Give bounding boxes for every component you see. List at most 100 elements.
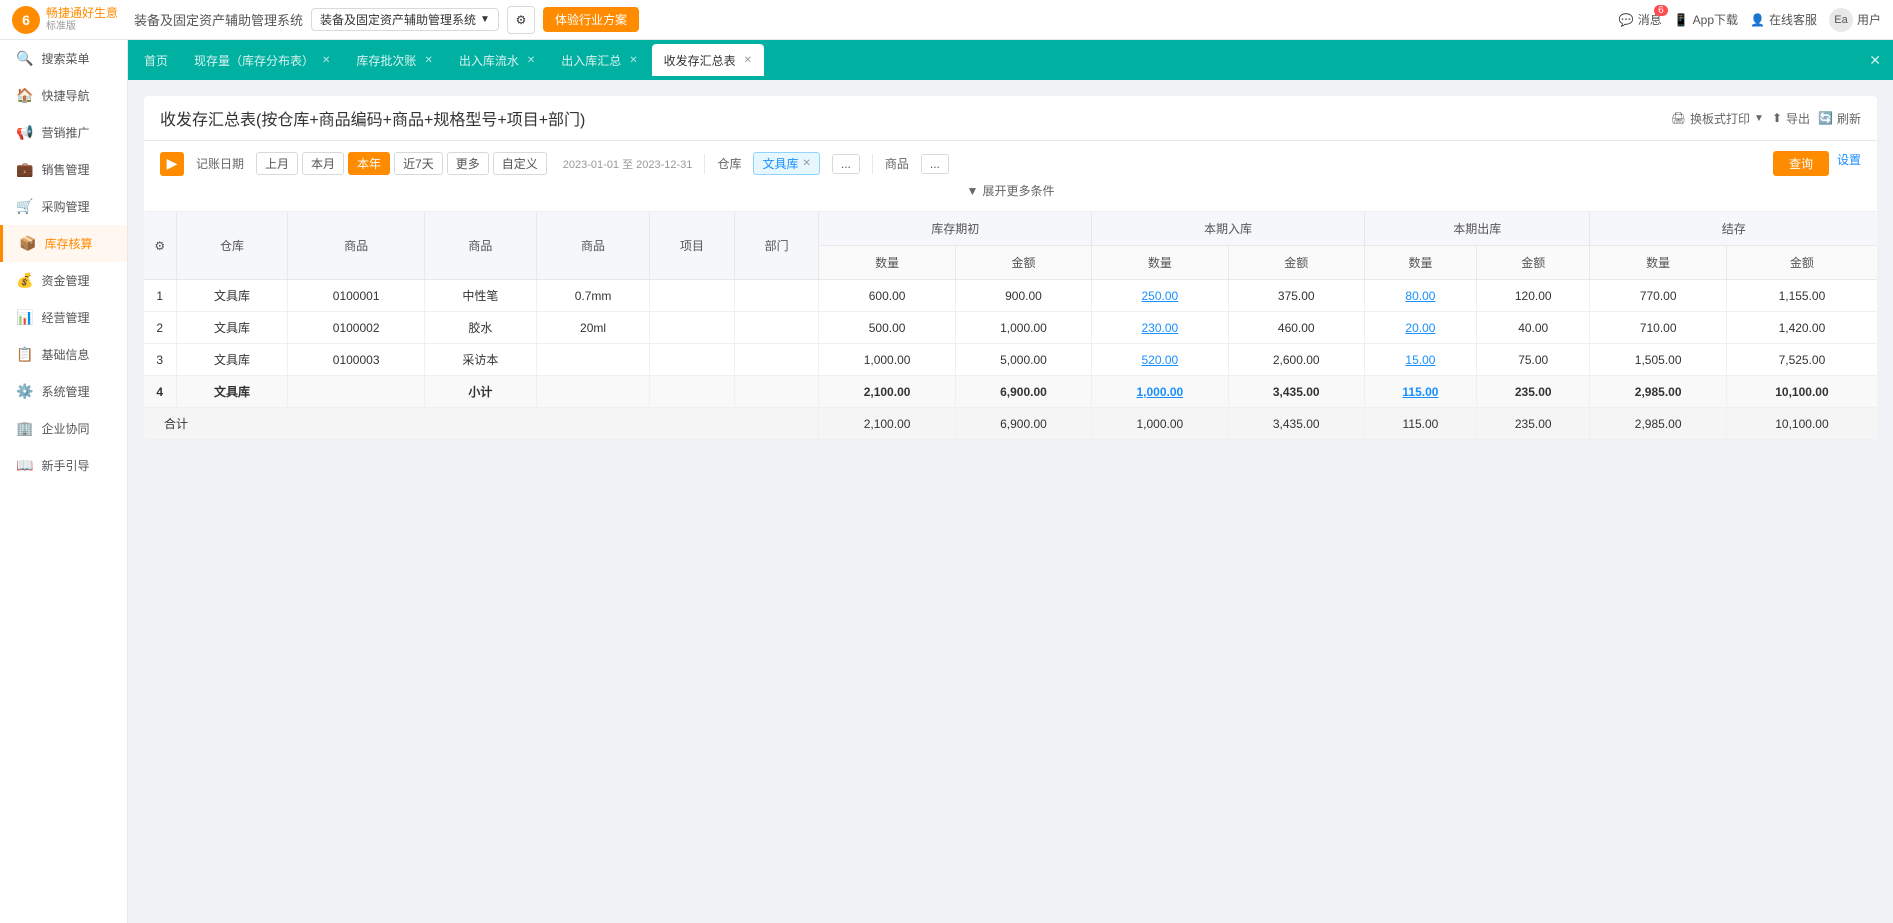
cell-index: 2 <box>144 312 176 344</box>
export-button[interactable]: ⬆ 导出 <box>1772 110 1810 127</box>
cell-out-qty[interactable]: 15.00 <box>1364 344 1476 376</box>
print-button[interactable]: 🖨 换板式打印 ▼ <box>1671 110 1764 127</box>
cell-begin-amt: 1,000.00 <box>955 312 1091 344</box>
th-period-in: 本期入库 <box>1092 212 1365 246</box>
th-dept: 部门 <box>734 212 819 280</box>
basic-icon: 📋 <box>16 346 33 363</box>
page-content: 收发存汇总表(按仓库+商品编码+商品+规格型号+项目+部门) 🖨 换板式打印 ▼… <box>128 80 1893 923</box>
tab-bar-close[interactable]: ✕ <box>1869 52 1881 69</box>
th-bal-amt: 金额 <box>1726 246 1877 280</box>
cell-out-qty[interactable]: 115.00 <box>1364 376 1476 408</box>
tab-batch-close[interactable]: ✕ <box>424 55 432 66</box>
user-button[interactable]: Ea 用户 <box>1829 8 1881 32</box>
cell-in-qty[interactable]: 1,000.00 <box>1092 376 1228 408</box>
sidebar-item-marketing[interactable]: 📢 营销推广 <box>0 114 127 151</box>
footer-in-qty: 1,000.00 <box>1092 408 1228 440</box>
cell-project <box>650 312 735 344</box>
tab-summary[interactable]: 出入库汇总 ✕ <box>549 44 649 76</box>
date-btn-last-month[interactable]: 上月 <box>256 152 298 175</box>
cell-in-amt: 375.00 <box>1228 280 1364 312</box>
cell-project <box>650 280 735 312</box>
tab-stock-dist-label: 现存量（库存分布表） <box>194 52 314 69</box>
cell-out-qty[interactable]: 20.00 <box>1364 312 1476 344</box>
sidebar-item-search[interactable]: 🔍 搜索菜单 <box>0 40 127 77</box>
th-period-begin: 库存期初 <box>819 212 1092 246</box>
guide-icon: 📖 <box>16 457 33 474</box>
cell-out-amt: 40.00 <box>1476 312 1590 344</box>
filter-collapse-btn[interactable]: ▶ <box>160 152 184 176</box>
warehouse-tag-close[interactable]: ✕ <box>802 158 810 169</box>
th-bal-qty: 数量 <box>1590 246 1726 280</box>
tab-batch[interactable]: 库存批次账 ✕ <box>344 44 444 76</box>
cell-in-qty[interactable]: 250.00 <box>1092 280 1228 312</box>
footer-bal-amt: 10,100.00 <box>1726 408 1877 440</box>
message-button[interactable]: 💬 消息 6 <box>1619 11 1662 28</box>
tab-stock-dist[interactable]: 现存量（库存分布表） ✕ <box>182 44 342 76</box>
system-selector[interactable]: 装备及固定资产辅助管理系统 ▼ <box>311 8 499 31</box>
cell-warehouse: 文具库 <box>176 376 288 408</box>
online-service-button[interactable]: 👤 在线客服 <box>1750 11 1817 28</box>
warehouse-more-btn[interactable]: ... <box>832 154 860 174</box>
date-btn-more[interactable]: 更多 <box>447 152 489 175</box>
sidebar-item-system[interactable]: ⚙️ 系统管理 <box>0 373 127 410</box>
tab-flow-close[interactable]: ✕ <box>527 55 535 66</box>
cell-in-amt: 460.00 <box>1228 312 1364 344</box>
date-btn-7days[interactable]: 近7天 <box>394 152 443 175</box>
sidebar-item-quicknav[interactable]: 🏠 快捷导航 <box>0 77 127 114</box>
date-btn-this-month[interactable]: 本月 <box>302 152 344 175</box>
th-in-qty: 数量 <box>1092 246 1228 280</box>
cell-begin-qty: 600.00 <box>819 280 955 312</box>
cell-in-qty[interactable]: 520.00 <box>1092 344 1228 376</box>
user-label: 用户 <box>1857 11 1881 28</box>
cell-name: 采访本 <box>424 344 536 376</box>
query-button[interactable]: 查询 <box>1773 151 1829 176</box>
service-icon: 👤 <box>1750 13 1765 27</box>
th-out-amt: 金额 <box>1476 246 1590 280</box>
tab-home[interactable]: 首页 <box>132 44 180 76</box>
cell-index: 4 <box>144 376 176 408</box>
goods-more-btn[interactable]: ... <box>921 154 949 174</box>
trial-button[interactable]: 体验行业方案 <box>543 7 639 32</box>
sidebar-item-inventory[interactable]: 📦 库存核算 <box>0 225 127 262</box>
export-icon: ⬆ <box>1772 111 1782 125</box>
cell-out-amt: 75.00 <box>1476 344 1590 376</box>
cell-begin-amt: 5,000.00 <box>955 344 1091 376</box>
app-container: 6 畅捷通好生意 标准版 装备及固定资产辅助管理系统 装备及固定资产辅助管理系统… <box>0 0 1893 923</box>
expand-conditions-btn[interactable]: ▼ 展开更多条件 <box>967 182 1055 199</box>
filter-divider <box>704 154 705 174</box>
tab-flow[interactable]: 出入库流水 ✕ <box>447 44 547 76</box>
settings-button[interactable]: ⚙ <box>507 6 535 34</box>
refresh-label: 刷新 <box>1837 110 1861 127</box>
refresh-button[interactable]: 🔄 刷新 <box>1818 110 1861 127</box>
filter-divider-2 <box>872 154 873 174</box>
page-title-bar: 收发存汇总表(按仓库+商品编码+商品+规格型号+项目+部门) 🖨 换板式打印 ▼… <box>144 96 1877 141</box>
selector-text: 装备及固定资产辅助管理系统 <box>320 11 476 28</box>
finance-icon: 💰 <box>16 272 33 289</box>
tab-summary-close[interactable]: ✕ <box>629 55 637 66</box>
sidebar-item-guide[interactable]: 📖 新手引导 <box>0 447 127 484</box>
table-row: 3 文具库 0100003 采访本 1,000.00 5,000.00 520.… <box>144 344 1877 376</box>
tab-stock-dist-close[interactable]: ✕ <box>322 55 330 66</box>
sidebar-item-enterprise[interactable]: 🏢 企业协同 <box>0 410 127 447</box>
tab-recv-send-close[interactable]: ✕ <box>744 55 752 66</box>
cell-out-qty[interactable]: 80.00 <box>1364 280 1476 312</box>
sidebar-item-basic[interactable]: 📋 基础信息 <box>0 336 127 373</box>
date-btn-this-year[interactable]: 本年 <box>348 152 390 175</box>
filter-settings-link[interactable]: 设置 <box>1837 151 1861 176</box>
sidebar-item-sales[interactable]: 💼 销售管理 <box>0 151 127 188</box>
col-settings-icon[interactable]: ⚙ <box>154 239 165 253</box>
app-name: 畅捷通好生意 <box>46 6 118 20</box>
tab-recv-send[interactable]: 收发存汇总表 ✕ <box>652 44 764 76</box>
th-begin-amt: 金额 <box>955 246 1091 280</box>
download-icon: 📱 <box>1674 13 1689 27</box>
sidebar-item-finance[interactable]: 💰 资金管理 <box>0 262 127 299</box>
sidebar-item-label: 企业协同 <box>41 420 89 437</box>
title-right-actions: 🖨 换板式打印 ▼ ⬆ 导出 🔄 刷新 <box>1671 110 1861 127</box>
date-btn-custom[interactable]: 自定义 <box>493 152 547 175</box>
app-download-button[interactable]: 📱 App下载 <box>1674 11 1738 28</box>
sidebar-item-purchase[interactable]: 🛒 采购管理 <box>0 188 127 225</box>
sidebar-item-business[interactable]: 📊 经营管理 <box>0 299 127 336</box>
cell-in-qty[interactable]: 230.00 <box>1092 312 1228 344</box>
cell-warehouse: 文具库 <box>176 312 288 344</box>
sidebar: 🔍 搜索菜单 🏠 快捷导航 📢 营销推广 💼 销售管理 🛒 采购管理 📦 <box>0 40 128 923</box>
